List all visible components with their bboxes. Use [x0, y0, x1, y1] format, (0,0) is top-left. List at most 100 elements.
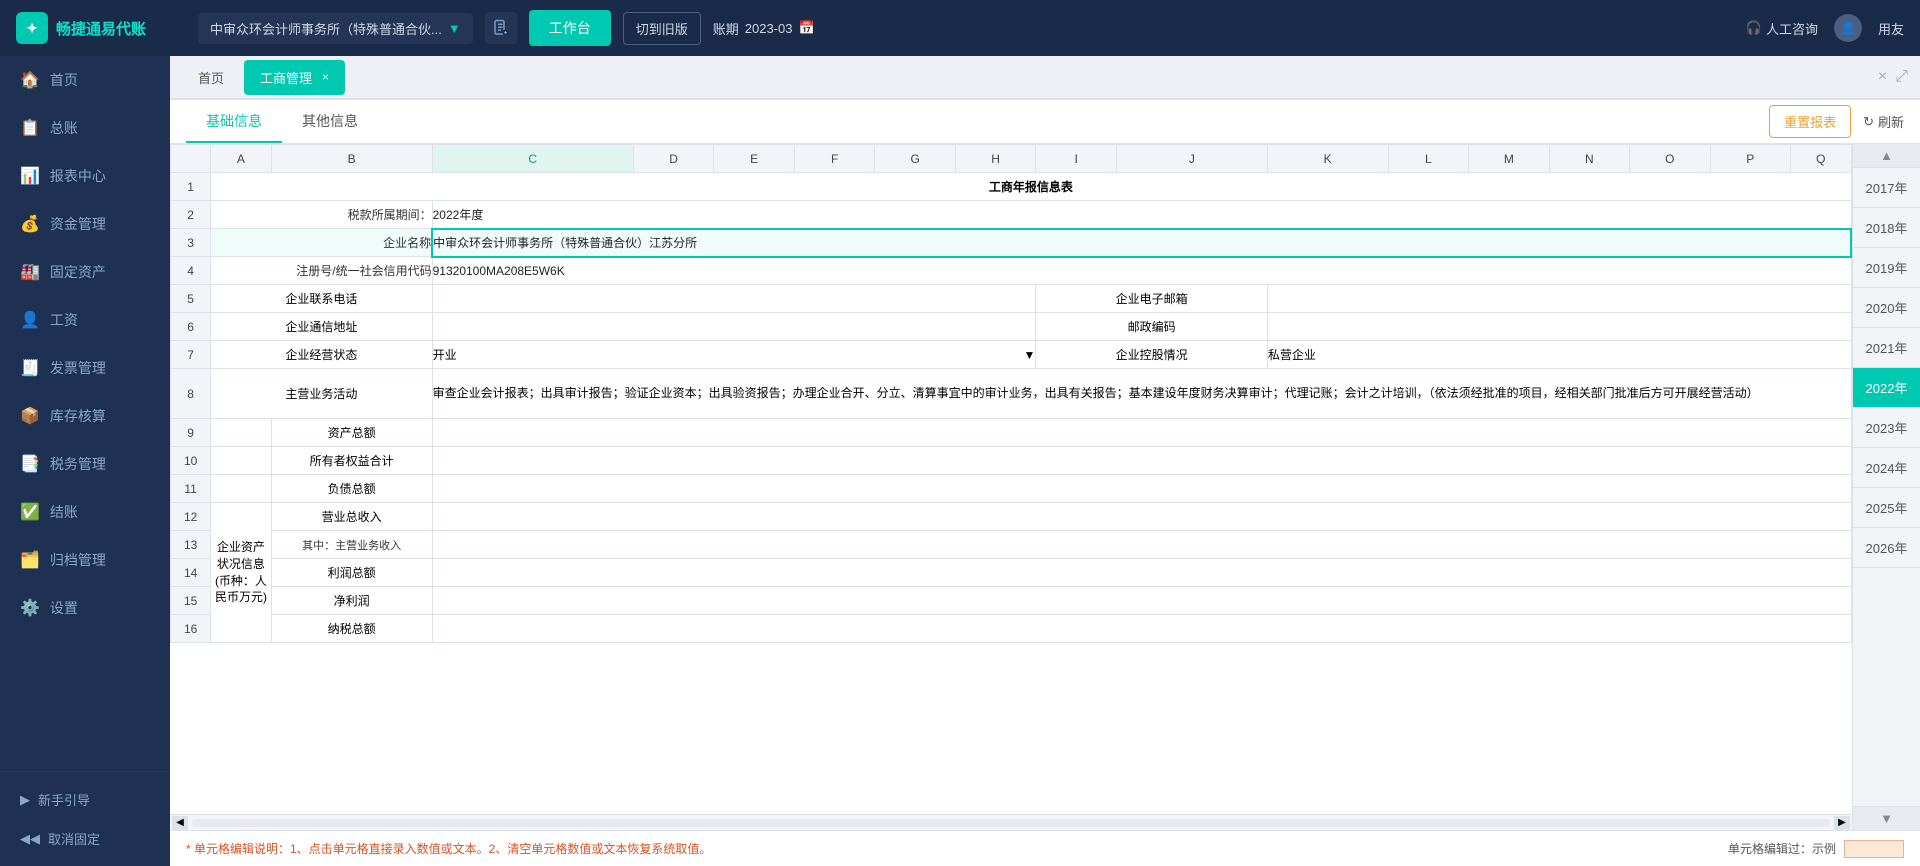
col-e-header: E: [714, 145, 795, 173]
year-2020[interactable]: 2020年: [1853, 288, 1920, 328]
sidebar-item-archive[interactable]: 🗂️ 归档管理: [0, 536, 170, 584]
cell-14-val[interactable]: [432, 559, 1851, 587]
cell-9-val[interactable]: [432, 419, 1851, 447]
year-2025[interactable]: 2025年: [1853, 488, 1920, 528]
footer-note: * 单元格编辑说明：1、点击单元格直接录入数值或文本。2、清空单元格数值或文本恢…: [186, 840, 711, 857]
window-close-btn[interactable]: ×: [1878, 68, 1887, 86]
cell-10-val[interactable]: [432, 447, 1851, 475]
company-selector[interactable]: 中审众环会计师事务所（特殊普通合伙... ▼: [198, 13, 473, 44]
year-panel-up[interactable]: ▲: [1853, 144, 1920, 168]
table-row: 10 所有者权益合计: [171, 447, 1852, 475]
sidebar: 🏠 首页 📋 总账 📊 报表中心 💰 资金管理 🏭 固定资产: [0, 56, 170, 866]
workbench-button[interactable]: 工作台: [529, 10, 611, 46]
year-2024[interactable]: 2024年: [1853, 448, 1920, 488]
row-num-7: 7: [171, 341, 211, 369]
year-panel-down[interactable]: ▼: [1853, 806, 1920, 830]
cell-7-label2: 企业控股情况: [1036, 341, 1267, 369]
sidebar-item-ledger[interactable]: 📋 总账: [0, 104, 170, 152]
cell-8-label: 主营业务活动: [211, 369, 432, 419]
scroll-track[interactable]: [192, 819, 1830, 827]
sidebar-label-inventory: 库存核算: [50, 406, 106, 426]
table-row: 11 负债总额: [171, 475, 1852, 503]
sidebar-item-reports[interactable]: 📊 报表中心: [0, 152, 170, 200]
year-2019[interactable]: 2019年: [1853, 248, 1920, 288]
refresh-button[interactable]: ↻ 刷新: [1863, 112, 1904, 131]
assets-icon: 🏭: [20, 262, 40, 282]
col-f-header: F: [794, 145, 875, 173]
cell-3-value[interactable]: 中审众环会计师事务所（特殊普通合伙）江苏分所: [432, 229, 1851, 257]
calendar-icon[interactable]: 📅: [798, 20, 814, 36]
col-q-header: Q: [1791, 145, 1851, 173]
doc-icon-button[interactable]: [485, 12, 517, 44]
sidebar-item-guide[interactable]: ▶ 新手引导: [0, 780, 170, 819]
cell-5-label1: 企业联系电话: [211, 285, 432, 313]
row-num-2: 2: [171, 201, 211, 229]
sub-tab-basic[interactable]: 基础信息: [186, 101, 282, 143]
horizontal-scrollbar[interactable]: ◀ ▶: [170, 814, 1852, 830]
year-2021[interactable]: 2021年: [1853, 328, 1920, 368]
sidebar-item-assets[interactable]: 🏭 固定资产: [0, 248, 170, 296]
cell-5-val2[interactable]: [1267, 285, 1851, 313]
cell-5-val1[interactable]: [432, 285, 1036, 313]
sidebar-item-home[interactable]: 🏠 首页: [0, 56, 170, 104]
tab-home[interactable]: 首页: [182, 60, 240, 95]
cell-7-status[interactable]: 开业▼: [432, 341, 1036, 369]
sub-tab-other[interactable]: 其他信息: [282, 101, 378, 143]
scroll-left-btn[interactable]: ◀: [172, 816, 188, 830]
sidebar-item-invoice[interactable]: 🧾 发票管理: [0, 344, 170, 392]
cell-16-val[interactable]: [432, 615, 1851, 643]
cell-15-val[interactable]: [432, 587, 1851, 615]
example-cell: [1844, 840, 1904, 858]
scroll-right-btn[interactable]: ▶: [1834, 816, 1850, 830]
customer-service-button[interactable]: 🎧 人工咨询: [1746, 19, 1818, 38]
window-maximize-btn[interactable]: ⤢: [1895, 68, 1908, 86]
logo-text: 畅捷通易代账: [56, 18, 146, 39]
cell-2-value[interactable]: 2022年度: [432, 201, 1851, 229]
status-dropdown[interactable]: 开业▼: [433, 346, 1036, 363]
sidebar-item-settings[interactable]: ⚙️ 设置: [0, 584, 170, 632]
year-2023[interactable]: 2023年: [1853, 408, 1920, 448]
cell-11-label: 负债总额: [271, 475, 432, 503]
year-2022[interactable]: 2022年: [1853, 368, 1920, 408]
tab-business-label: 工商管理: [260, 68, 312, 87]
col-m-header: M: [1469, 145, 1550, 173]
cell-8-activity[interactable]: 审查企业会计报表；出具审计报告；验证企业资本；出具验资报告；办理企业合开、分立、…: [432, 369, 1851, 419]
sidebar-item-inventory[interactable]: 📦 库存核算: [0, 392, 170, 440]
close-period-icon: ✅: [20, 502, 40, 522]
sidebar-item-finance[interactable]: 💰 资金管理: [0, 200, 170, 248]
col-b-header: B: [271, 145, 432, 173]
year-2026[interactable]: 2026年: [1853, 528, 1920, 568]
cell-6-val2[interactable]: [1267, 313, 1851, 341]
sidebar-label-reports: 报表中心: [50, 166, 106, 186]
cell-7-control[interactable]: 私营企业: [1267, 341, 1851, 369]
cell-title[interactable]: 工商年报信息表: [211, 173, 1851, 201]
cell-6-val1[interactable]: [432, 313, 1036, 341]
cell-11-val[interactable]: [432, 475, 1851, 503]
old-version-button[interactable]: 切到旧版: [623, 12, 701, 45]
sidebar-item-salary[interactable]: 👤 工资: [0, 296, 170, 344]
top-header: ✦ 畅捷通易代账 中审众环会计师事务所（特殊普通合伙... ▼ 工作台 切到旧版…: [0, 0, 1920, 56]
cell-3-label: 企业名称: [211, 229, 432, 257]
cell-12-val[interactable]: [432, 503, 1851, 531]
cell-4-value[interactable]: 91320100MA208E5W6K: [432, 257, 1851, 285]
year-2018[interactable]: 2018年: [1853, 208, 1920, 248]
invoice-icon: 🧾: [20, 358, 40, 378]
tab-close-icon[interactable]: ×: [322, 70, 329, 84]
table-row: 15 净利润: [171, 587, 1852, 615]
tab-business[interactable]: 工商管理 ×: [244, 60, 345, 95]
sheet-table-wrap[interactable]: A B C D E F G H I J: [170, 144, 1852, 814]
content-area: 首页 工商管理 × × ⤢ 基础信息 其他信息: [170, 56, 1920, 866]
table-row: 6 企业通信地址 邮政编码: [171, 313, 1852, 341]
sub-tab-actions: 重置报表 ↻ 刷新: [1769, 105, 1904, 138]
sidebar-item-tax[interactable]: 📑 税务管理: [0, 440, 170, 488]
user-avatar[interactable]: 👤: [1834, 14, 1862, 42]
table-row: 1 工商年报信息表: [171, 173, 1852, 201]
sidebar-item-close[interactable]: ✅ 结账: [0, 488, 170, 536]
cell-13-val[interactable]: [432, 531, 1851, 559]
sidebar-item-unpin[interactable]: ◀◀ 取消固定: [0, 819, 170, 858]
year-2017[interactable]: 2017年: [1853, 168, 1920, 208]
reset-report-button[interactable]: 重置报表: [1769, 105, 1851, 138]
home-icon: 🏠: [20, 70, 40, 90]
sub-tabs: 基础信息 其他信息: [186, 101, 378, 143]
sidebar-label-finance: 资金管理: [50, 214, 106, 234]
